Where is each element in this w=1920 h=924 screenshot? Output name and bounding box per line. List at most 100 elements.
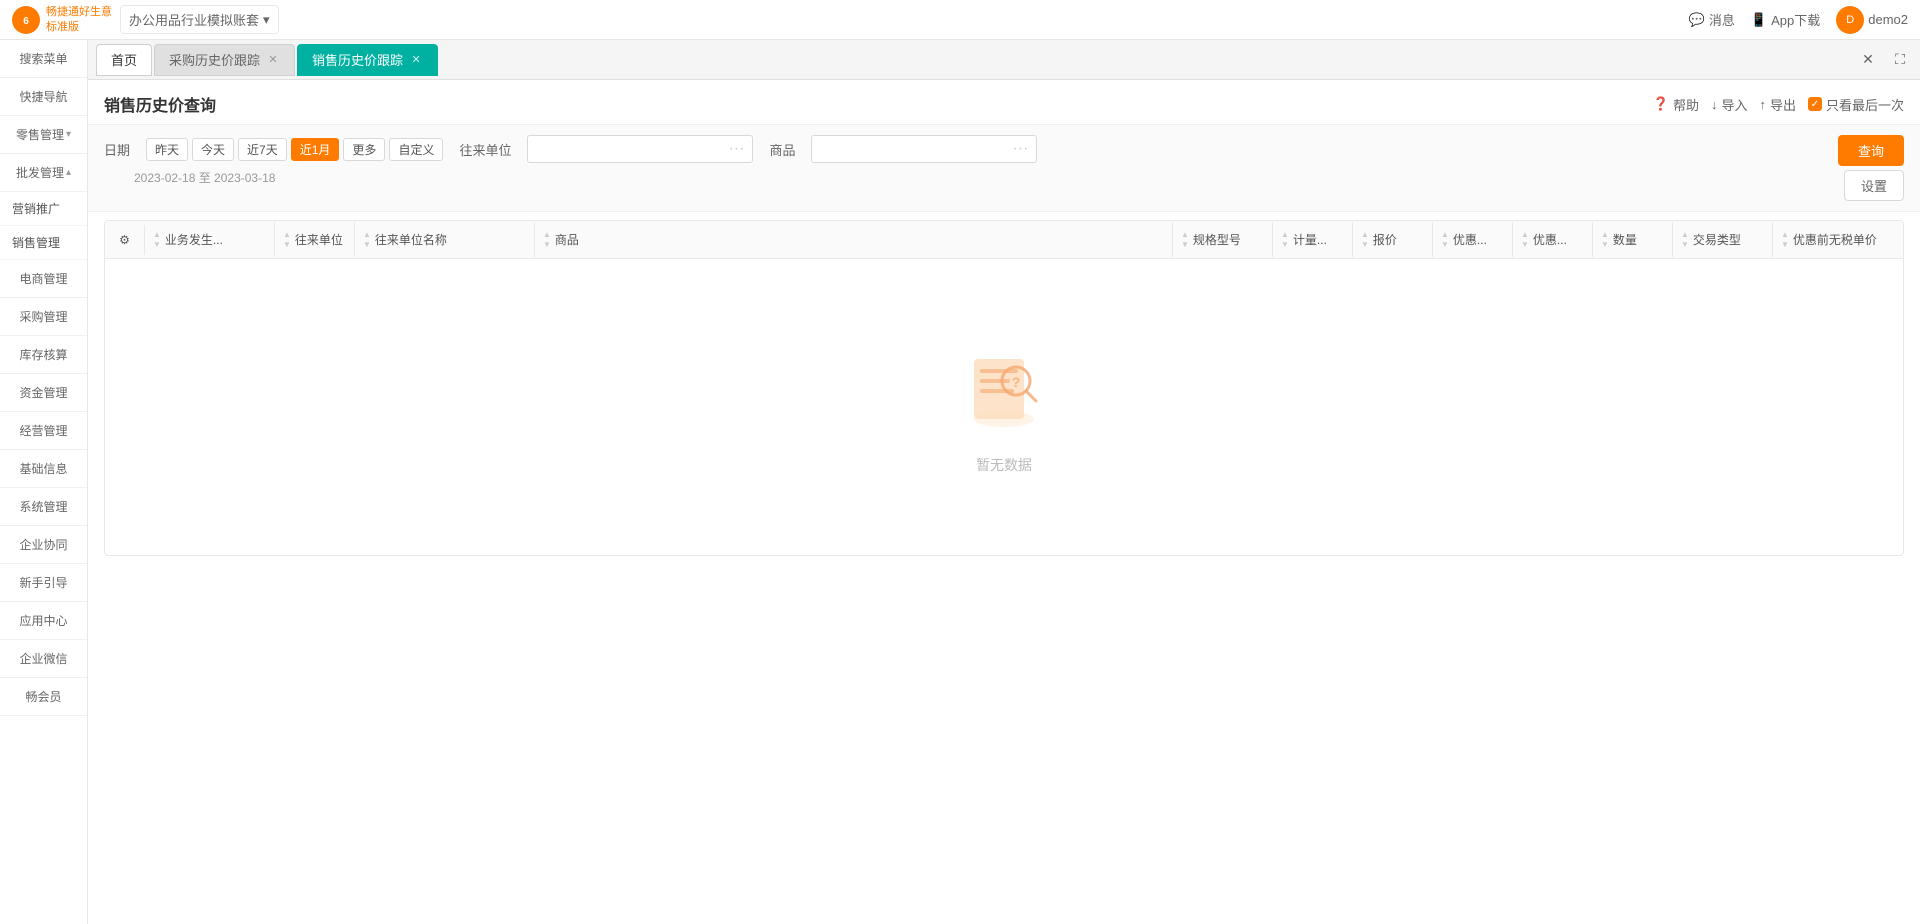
th-biz-date[interactable]: ▲▼ 业务发生...: [145, 222, 275, 257]
download-icon: 📱: [1751, 12, 1767, 28]
th-trade-type[interactable]: ▲▼ 交易类型: [1673, 222, 1773, 257]
date-buttons: 昨天 今天 近7天 近1月 更多 自定义: [146, 138, 443, 161]
app-download-btn[interactable]: 📱 App下载: [1751, 10, 1820, 29]
sidebar-item-ecommerce[interactable]: 电商管理: [0, 260, 87, 298]
goods-input-dots[interactable]: ···: [1004, 136, 1036, 162]
app-selector[interactable]: 办公用品行业模拟账套 ▾: [120, 5, 279, 34]
avatar: D: [1836, 6, 1864, 34]
user-area[interactable]: D demo2: [1836, 6, 1908, 34]
sort-arrows-partner-code: ▲▼: [283, 230, 291, 249]
date-btn-custom[interactable]: 自定义: [389, 138, 443, 161]
sidebar: 搜索菜单 快捷导航 零售管理 ▾ 批发管理 ▴ 营销推广 销售管理 电商管理 采…: [0, 40, 88, 924]
table-area: ⚙ ▲▼ 业务发生... ▲▼ 往来单位 ▲▼ 往来单位名称: [88, 220, 1920, 556]
settings-button[interactable]: 设置: [1844, 170, 1904, 201]
tab-close-sales[interactable]: ✕: [409, 53, 423, 67]
goods-input-wrapper: ···: [811, 135, 1037, 163]
date-btn-today[interactable]: 今天: [192, 138, 234, 161]
sidebar-item-app-center[interactable]: 应用中心: [0, 602, 87, 640]
content-area: 首页 采购历史价跟踪 ✕ 销售历史价跟踪 ✕ ✕ ⛶ 销售历史价查询: [88, 40, 1920, 924]
sidebar-item-enterprise-collab[interactable]: 企业协同: [0, 526, 87, 564]
chevron-up-icon: ▴: [66, 167, 71, 178]
page-header: 销售历史价查询 ❓ 帮助 ↓ 导入 ↑ 导出 ✓: [88, 80, 1920, 125]
sidebar-item-enterprise-wechat[interactable]: 企业微信: [0, 640, 87, 678]
th-partner-code[interactable]: ▲▼ 往来单位: [275, 222, 355, 257]
import-btn[interactable]: ↓ 导入: [1711, 95, 1748, 114]
header-left: 6 畅捷通好生意 标准版 办公用品行业模拟账套 ▾: [12, 5, 279, 34]
sidebar-item-purchase[interactable]: 采购管理: [0, 298, 87, 336]
help-icon: ❓: [1653, 96, 1669, 112]
message-icon: 💬: [1689, 12, 1705, 28]
date-btn-7days[interactable]: 近7天: [238, 138, 287, 161]
sort-arrows-goods: ▲▼: [543, 230, 551, 249]
table-container: ⚙ ▲▼ 业务发生... ▲▼ 往来单位 ▲▼ 往来单位名称: [104, 220, 1904, 556]
th-partner-name[interactable]: ▲▼ 往来单位名称: [355, 222, 535, 257]
th-pre-tax-price[interactable]: ▲▼ 优惠前无税单价: [1773, 222, 1903, 257]
export-btn[interactable]: ↑ 导出: [1759, 95, 1796, 114]
sidebar-item-search-menu[interactable]: 搜索菜单: [0, 40, 87, 78]
sidebar-item-system[interactable]: 系统管理: [0, 488, 87, 526]
sort-arrows-trade-type: ▲▼: [1681, 230, 1689, 249]
th-unit[interactable]: ▲▼ 计量...: [1273, 222, 1353, 257]
th-goods[interactable]: ▲▼ 商品: [535, 222, 1173, 257]
sort-arrows-quote: ▲▼: [1361, 230, 1369, 249]
goods-label: 商品: [769, 140, 795, 159]
goods-input[interactable]: [812, 138, 1004, 161]
th-discount1[interactable]: ▲▼ 优惠...: [1433, 222, 1513, 257]
sidebar-item-retail-mgmt[interactable]: 零售管理 ▾: [0, 116, 87, 154]
svg-text:?: ?: [1012, 374, 1021, 390]
sidebar-item-finance[interactable]: 资金管理: [0, 374, 87, 412]
top-header: 6 畅捷通好生意 标准版 办公用品行业模拟账套 ▾ 💬 消息 📱 App下载 D…: [0, 0, 1920, 40]
tab-bar-actions: ✕ ⛶: [1856, 48, 1912, 72]
date-btn-1month[interactable]: 近1月: [291, 138, 340, 161]
export-icon: ↑: [1759, 97, 1766, 112]
logo-icon: 6: [12, 6, 40, 34]
sidebar-item-wholesale-mgmt[interactable]: 批发管理 ▴: [0, 154, 87, 192]
th-gear[interactable]: ⚙: [105, 225, 145, 255]
filter-right: 查询 设置: [1838, 135, 1904, 201]
svg-text:6: 6: [23, 16, 29, 27]
sidebar-item-sales-mgmt[interactable]: 销售管理: [0, 226, 87, 260]
partner-input-wrapper: ···: [527, 135, 753, 163]
sidebar-item-basic-info[interactable]: 基础信息: [0, 450, 87, 488]
table-header: ⚙ ▲▼ 业务发生... ▲▼ 往来单位 ▲▼ 往来单位名称: [105, 221, 1903, 259]
query-button[interactable]: 查询: [1838, 135, 1904, 166]
help-btn[interactable]: ❓ 帮助: [1653, 95, 1699, 114]
sort-arrows-pre-tax-price: ▲▼: [1781, 230, 1789, 249]
empty-illustration: ?: [954, 339, 1054, 439]
tab-close-purchase[interactable]: ✕: [266, 53, 280, 67]
sidebar-item-business[interactable]: 经营管理: [0, 412, 87, 450]
import-icon: ↓: [1711, 97, 1718, 112]
sidebar-item-inventory[interactable]: 库存核算: [0, 336, 87, 374]
partner-label: 往来单位: [459, 140, 511, 159]
sidebar-item-vip[interactable]: 畅会员: [0, 678, 87, 716]
logo-text: 畅捷通好生意 标准版: [46, 5, 112, 34]
only-last-checkbox[interactable]: ✓: [1808, 97, 1822, 111]
tab-expand-btn[interactable]: ⛶: [1888, 48, 1912, 72]
date-btn-more[interactable]: 更多: [343, 138, 385, 161]
th-discount2[interactable]: ▲▼ 优惠...: [1513, 222, 1593, 257]
th-quantity[interactable]: ▲▼ 数量: [1593, 222, 1673, 257]
sort-arrows-discount2: ▲▼: [1521, 230, 1529, 249]
tab-purchase-history[interactable]: 采购历史价跟踪 ✕: [154, 44, 295, 76]
tab-close-all-btn[interactable]: ✕: [1856, 48, 1880, 72]
sidebar-item-quick-nav[interactable]: 快捷导航: [0, 78, 87, 116]
filter-left: 日期 昨天 今天 近7天 近1月 更多 自定义 往来单位 ···: [104, 135, 1037, 186]
date-filter-row: 日期 昨天 今天 近7天 近1月 更多 自定义 往来单位 ···: [104, 135, 1037, 163]
date-btn-yesterday[interactable]: 昨天: [146, 138, 188, 161]
tab-sales-history[interactable]: 销售历史价跟踪 ✕: [297, 44, 438, 76]
header-right: 💬 消息 📱 App下载 D demo2: [1689, 6, 1908, 34]
partner-input-dots[interactable]: ···: [720, 136, 752, 162]
only-last-checkbox-wrapper[interactable]: ✓ 只看最后一次: [1808, 95, 1904, 114]
tab-home[interactable]: 首页: [96, 44, 152, 76]
logo-area: 6 畅捷通好生意 标准版: [12, 5, 112, 34]
sort-arrows-quantity: ▲▼: [1601, 230, 1609, 249]
th-quote[interactable]: ▲▼ 报价: [1353, 222, 1433, 257]
empty-state: ? 暂无数据: [105, 259, 1903, 555]
th-spec[interactable]: ▲▼ 规格型号: [1173, 222, 1273, 257]
sidebar-item-newbie[interactable]: 新手引导: [0, 564, 87, 602]
partner-input[interactable]: [528, 138, 720, 161]
date-label: 日期: [104, 140, 130, 159]
sort-arrows-discount1: ▲▼: [1441, 230, 1449, 249]
sidebar-item-marketing[interactable]: 营销推广: [0, 192, 87, 226]
message-btn[interactable]: 💬 消息: [1689, 10, 1735, 29]
